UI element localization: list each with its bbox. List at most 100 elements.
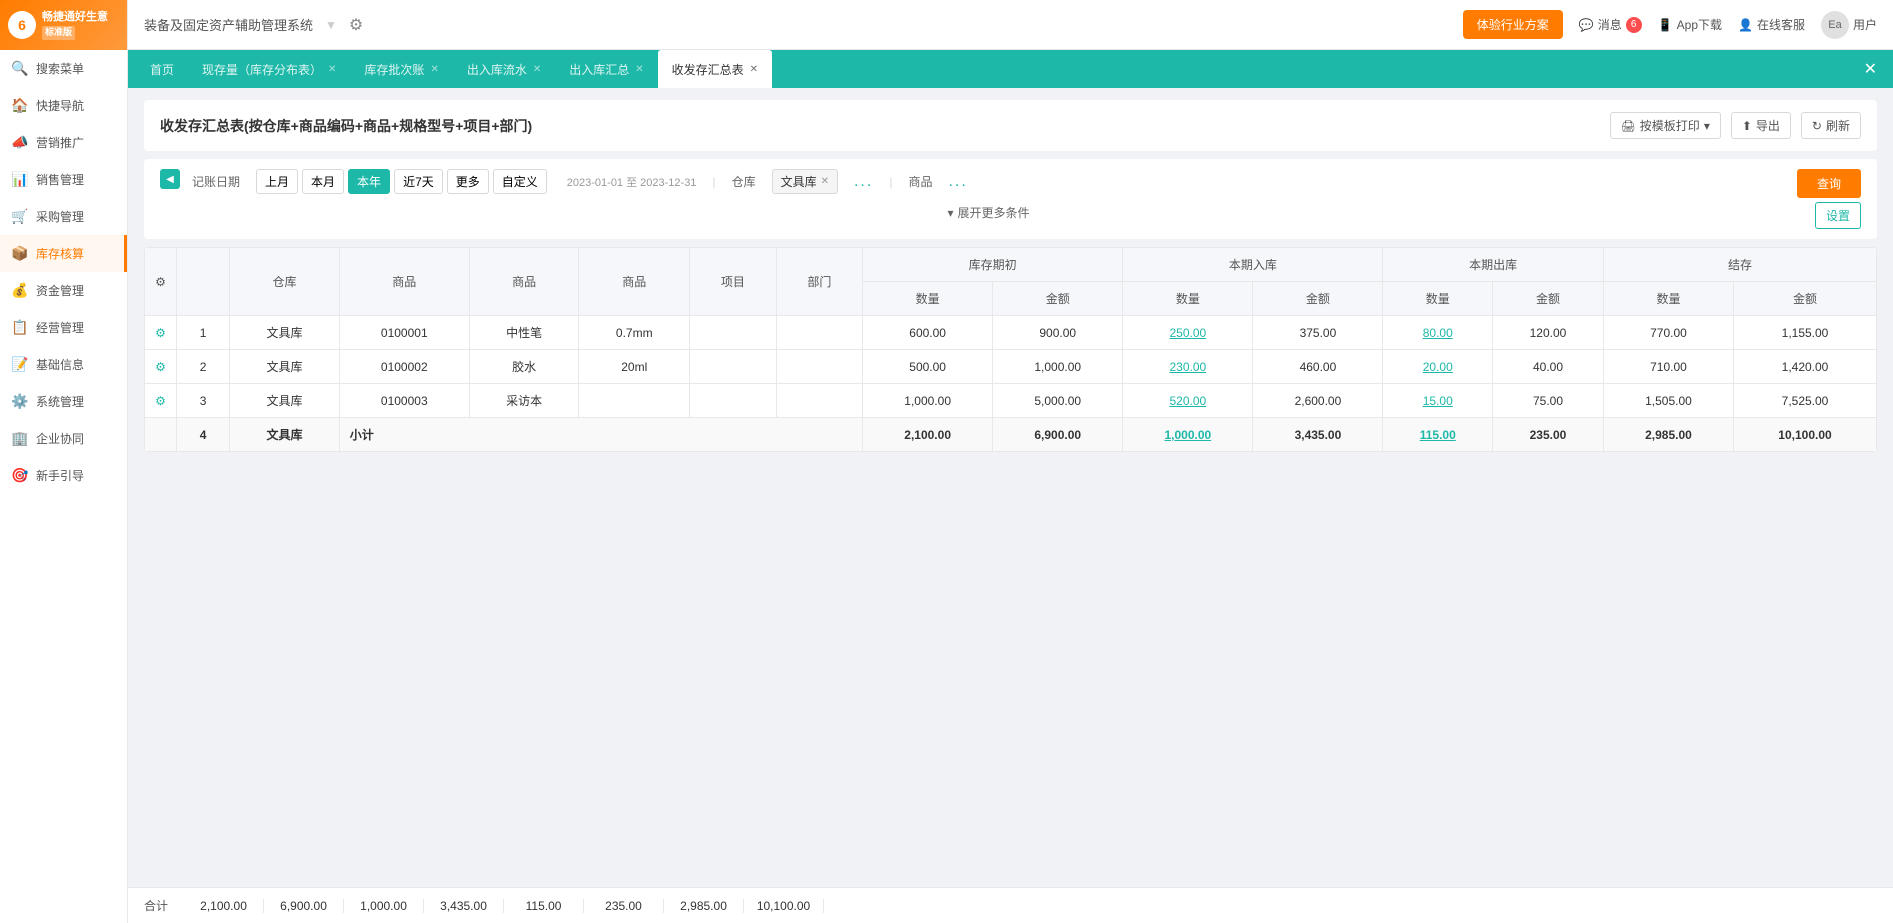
date-btn-1[interactable]: 本月 — [302, 169, 344, 194]
query-btn[interactable]: 查询 — [1797, 169, 1861, 198]
tab-close-inout-summary[interactable]: ✕ — [635, 64, 643, 75]
total-label: 合计 — [144, 897, 168, 914]
sidebar-label-system: 系统管理 — [36, 393, 84, 410]
warehouse-ellipsis[interactable]: ... — [854, 173, 873, 191]
page-header: 收发存汇总表(按仓库+商品编码+商品+规格型号+项目+部门) 🖨 按模板打印 ▾… — [144, 100, 1877, 151]
tab-close-batch[interactable]: ✕ — [430, 64, 438, 75]
tabbar-close-btn[interactable]: ✕ — [1856, 59, 1885, 79]
total-closing-amt: 10,100.00 — [744, 899, 824, 913]
app-tag: 标准版 — [42, 26, 75, 40]
warehouse-tag[interactable]: 文具库 ✕ — [772, 169, 838, 194]
sidebar-label-quick-nav: 快捷导航 — [36, 97, 84, 114]
filter-area: ◀ 记账日期 上月本月本年近7天更多自定义 2023-01-01 至 2023-… — [144, 159, 1877, 239]
tab-inout-summary[interactable]: 出入库汇总✕ — [555, 50, 657, 88]
tab-batch[interactable]: 库存批次账✕ — [350, 50, 452, 88]
basic-icon: 📝 — [12, 357, 28, 373]
messages-btn[interactable]: 💬 消息 6 — [1579, 16, 1642, 33]
tab-close-inout-flow[interactable]: ✕ — [533, 64, 541, 75]
sidebar-item-search[interactable]: 🔍 搜索菜单 — [0, 50, 127, 87]
date-btn-5[interactable]: 自定义 — [493, 169, 547, 194]
expand-icon: ▾ — [947, 206, 953, 220]
total-in-qty: 1,000.00 — [344, 899, 424, 913]
col-opening-amt: 金额 — [993, 282, 1123, 316]
date-range: 2023-01-01 至 2023-12-31 — [567, 174, 697, 190]
avatar: Ea — [1821, 11, 1849, 39]
sidebar-item-operation[interactable]: 📋 经营管理 — [0, 309, 127, 346]
col-dept-header: 部门 — [776, 248, 862, 316]
topbar: 装备及固定资产辅助管理系统 ▼ ⚙ 体验行业方案 💬 消息 6 📱 App下载 … — [128, 0, 1893, 50]
sidebar-item-purchase[interactable]: 🛒 采购管理 — [0, 198, 127, 235]
collapse-arrow[interactable]: ◀ — [160, 169, 180, 189]
purchase-icon: 🛒 — [12, 209, 28, 225]
chevron-down-icon: ▾ — [1704, 119, 1710, 133]
page-header-actions: 🖨 按模板打印 ▾ ⬆ 导出 ↻ 刷新 — [1610, 112, 1861, 139]
date-btn-3[interactable]: 近7天 — [394, 169, 443, 194]
filter-setting-btn[interactable]: 设置 — [1815, 202, 1861, 229]
total-out-amt: 235.00 — [584, 899, 664, 913]
date-label: 记账日期 — [192, 173, 240, 190]
download-icon: 📱 — [1658, 18, 1673, 32]
sidebar-item-system[interactable]: ⚙️ 系统管理 — [0, 383, 127, 420]
row-settings-2[interactable]: ⚙ — [145, 384, 177, 418]
topbar-left: 装备及固定资产辅助管理系统 ▼ ⚙ — [144, 15, 363, 35]
total-values: 2,100.00 6,900.00 1,000.00 3,435.00 115.… — [184, 899, 824, 913]
sidebar-label-search: 搜索菜单 — [36, 60, 84, 77]
table-row: ⚙ 1 文具库 0100001 中性笔 0.7mm 600.00 900.00 … — [145, 316, 1877, 350]
date-btn-0[interactable]: 上月 — [256, 169, 298, 194]
col-out-header: 本期出库 — [1383, 248, 1603, 282]
data-table: ⚙ 仓库 商品 商品 商品 项目 部门 库存期初 本期入库 本期出库 结存 — [144, 247, 1877, 452]
total-opening-qty: 2,100.00 — [184, 899, 264, 913]
col-project-header: 项目 — [690, 248, 776, 316]
sidebar-label-sales: 销售管理 — [36, 171, 84, 188]
try-btn[interactable]: 体验行业方案 — [1463, 10, 1563, 39]
date-btn-2[interactable]: 本年 — [348, 169, 390, 194]
sidebar-item-guide[interactable]: 🎯 新手引导 — [0, 457, 127, 494]
col-goodsspec-header: 商品 — [579, 248, 690, 316]
sidebar-label-inventory: 库存核算 — [36, 245, 84, 262]
tab-recv-send-summary[interactable]: 收发存汇总表✕ — [658, 50, 772, 88]
operation-icon: 📋 — [12, 320, 28, 336]
col-closing-amt: 金额 — [1734, 282, 1877, 316]
tab-close-inventory-dist[interactable]: ✕ — [328, 64, 336, 75]
warehouse-remove-btn[interactable]: ✕ — [821, 176, 829, 187]
main-content: 收发存汇总表(按仓库+商品编码+商品+规格型号+项目+部门) 🖨 按模板打印 ▾… — [128, 88, 1893, 923]
date-btn-4[interactable]: 更多 — [447, 169, 489, 194]
sidebar-item-enterprise[interactable]: 🏢 企业协同 — [0, 420, 127, 457]
row-settings-1[interactable]: ⚙ — [145, 350, 177, 384]
online-service-btn[interactable]: 👤 在线客服 — [1738, 16, 1805, 33]
sidebar-item-basic[interactable]: 📝 基础信息 — [0, 346, 127, 383]
tabbar: 首页现存量（库存分布表）✕库存批次账✕出入库流水✕出入库汇总✕收发存汇总表✕ ✕ — [128, 50, 1893, 88]
export-icon: ⬆ — [1742, 119, 1752, 133]
tab-inout-flow[interactable]: 出入库流水✕ — [453, 50, 555, 88]
settings-icon[interactable]: ⚙ — [349, 15, 363, 35]
col-closing-header: 结存 — [1603, 248, 1876, 282]
tab-home[interactable]: 首页 — [136, 50, 188, 88]
total-out-qty: 115.00 — [504, 899, 584, 913]
goods-label: 商品 — [908, 173, 932, 190]
finance-icon: 💰 — [12, 283, 28, 299]
filter-row: 记账日期 上月本月本年近7天更多自定义 2023-01-01 至 2023-12… — [192, 169, 1785, 194]
row-settings-0[interactable]: ⚙ — [145, 316, 177, 350]
sidebar-item-sales[interactable]: 📊 销售管理 — [0, 161, 127, 198]
app-download-btn[interactable]: 📱 App下载 — [1658, 16, 1722, 33]
sidebar-item-quick-nav[interactable]: 🏠 快捷导航 — [0, 87, 127, 124]
table-settings-header[interactable]: ⚙ — [145, 248, 177, 316]
print-btn[interactable]: 🖨 按模板打印 ▾ — [1610, 112, 1721, 139]
sidebar-label-marketing: 营销推广 — [36, 134, 84, 151]
user-btn[interactable]: Ea 用户 — [1821, 11, 1877, 39]
sidebar-item-marketing[interactable]: 📣 营销推广 — [0, 124, 127, 161]
sidebar-label-basic: 基础信息 — [36, 356, 84, 373]
sidebar-label-guide: 新手引导 — [36, 467, 84, 484]
col-opening-qty: 数量 — [863, 282, 993, 316]
expand-conditions-btn[interactable]: ▾ 展开更多条件 — [192, 200, 1785, 225]
sidebar-item-inventory[interactable]: 📦 库存核算 — [0, 235, 127, 272]
sidebar-label-purchase: 采购管理 — [36, 208, 84, 225]
service-icon: 👤 — [1738, 18, 1753, 32]
col-goodsname-header: 商品 — [469, 248, 579, 316]
sidebar-item-finance[interactable]: 💰 资金管理 — [0, 272, 127, 309]
tab-inventory-dist[interactable]: 现存量（库存分布表）✕ — [188, 50, 350, 88]
goods-ellipsis[interactable]: ... — [948, 173, 967, 191]
refresh-btn[interactable]: ↻ 刷新 — [1801, 112, 1861, 139]
export-btn[interactable]: ⬆ 导出 — [1731, 112, 1791, 139]
tab-close-recv-send-summary[interactable]: ✕ — [750, 64, 758, 75]
